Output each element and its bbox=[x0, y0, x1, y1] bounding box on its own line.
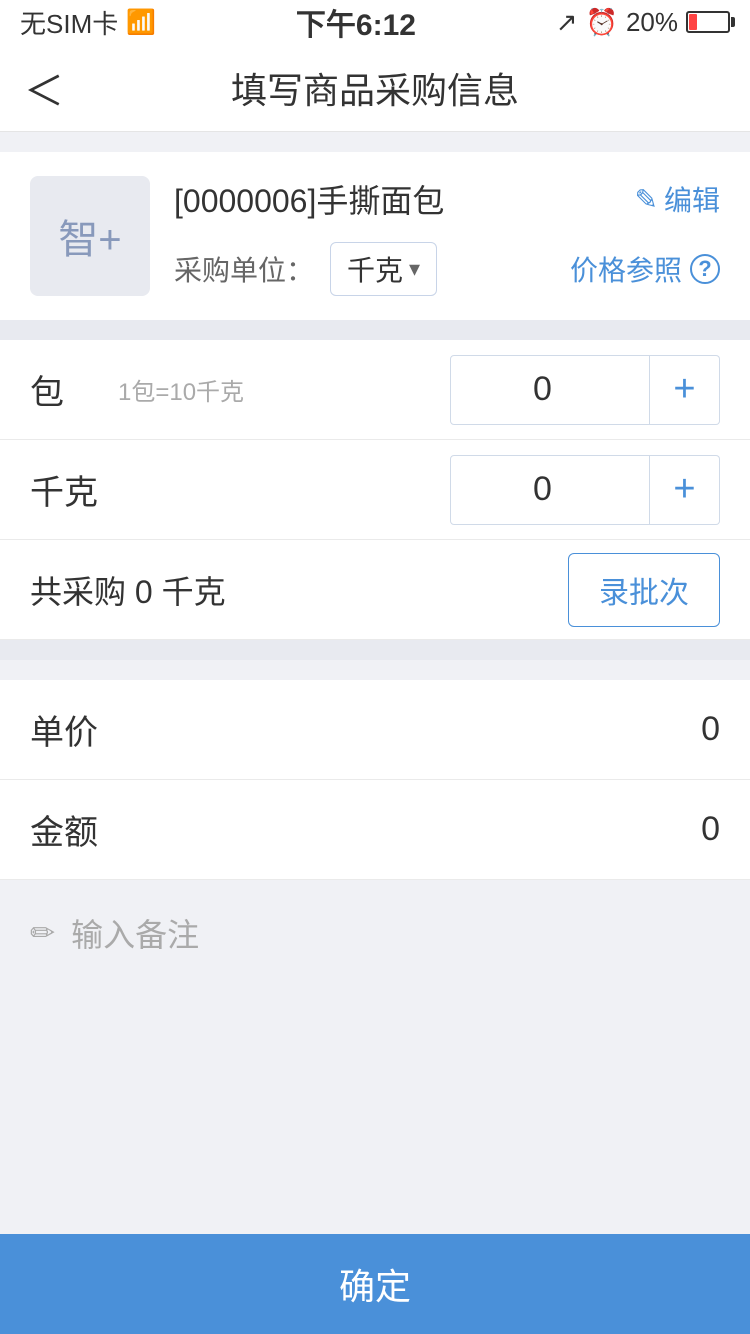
bag-hint: 1包=10千克 bbox=[118, 372, 450, 407]
kg-label: 千克 bbox=[30, 465, 110, 514]
remark-section: ✏ 输入备注 bbox=[0, 880, 750, 1080]
chevron-down-icon: ▾ bbox=[409, 256, 420, 282]
amount-value: 0 bbox=[701, 810, 720, 849]
kg-quantity-input[interactable] bbox=[450, 455, 650, 525]
product-name-row: [0000006]手撕面包 ✎ 编辑 bbox=[174, 176, 720, 222]
confirm-label: 确定 bbox=[339, 1258, 411, 1310]
battery-icon bbox=[686, 11, 730, 33]
unit-price-value: 0 bbox=[701, 710, 720, 749]
nav-bar: ＜ 填写商品采购信息 bbox=[0, 44, 750, 132]
product-name: [0000006]手撕面包 bbox=[174, 176, 444, 222]
product-thumbnail: 智+ bbox=[30, 176, 150, 296]
unit-value: 千克 bbox=[347, 249, 403, 289]
amount-label: 金额 bbox=[30, 805, 98, 854]
plus-icon: + bbox=[673, 368, 695, 411]
kg-input-row: 千克 + bbox=[0, 440, 750, 540]
unit-price-row: 单价 0 bbox=[0, 680, 750, 780]
amount-row: 金额 0 bbox=[0, 780, 750, 880]
battery-pct: 20% bbox=[626, 7, 678, 38]
product-card: 智+ [0000006]手撕面包 ✎ 编辑 采购单位： 千克 ▾ bbox=[0, 152, 750, 320]
status-right: ↗ ⏰ 20% bbox=[556, 7, 730, 38]
total-row: 共采购 0 千克 录批次 bbox=[0, 540, 750, 640]
product-info: [0000006]手撕面包 ✎ 编辑 采购单位： 千克 ▾ 价格参照 ? bbox=[174, 176, 720, 296]
unit-label: 采购单位： bbox=[174, 249, 314, 289]
wifi-icon: 📶 bbox=[126, 8, 156, 37]
remark-input-row[interactable]: ✏ 输入备注 bbox=[30, 910, 720, 956]
unit-price-label: 单价 bbox=[30, 705, 98, 754]
status-bar: 无SIM卡 📶 下午6:12 ↗ ⏰ 20% bbox=[0, 0, 750, 44]
back-button[interactable]: ＜ bbox=[0, 44, 88, 132]
section-divider-2 bbox=[0, 640, 750, 660]
back-icon: ＜ bbox=[24, 59, 64, 117]
input-section: 包 1包=10千克 + 千克 + bbox=[0, 340, 750, 540]
bag-plus-button[interactable]: + bbox=[650, 355, 720, 425]
section-divider-1 bbox=[0, 320, 750, 340]
page-title: 填写商品采购信息 bbox=[231, 62, 519, 114]
help-icon: ? bbox=[690, 254, 720, 284]
kg-input-control: + bbox=[450, 455, 720, 525]
confirm-button[interactable]: 确定 bbox=[0, 1234, 750, 1334]
info-section: 单价 0 金额 0 bbox=[0, 680, 750, 880]
carrier-label: 无SIM卡 bbox=[20, 4, 118, 41]
price-ref-label: 价格参照 bbox=[570, 249, 682, 289]
unit-row: 采购单位： 千克 ▾ 价格参照 ? bbox=[174, 242, 720, 296]
plus-icon-2: + bbox=[673, 468, 695, 511]
bag-quantity-input[interactable] bbox=[450, 355, 650, 425]
status-left: 无SIM卡 📶 bbox=[20, 4, 156, 41]
batch-button[interactable]: 录批次 bbox=[568, 553, 720, 627]
pencil-icon: ✏ bbox=[30, 916, 55, 951]
kg-plus-button[interactable]: + bbox=[650, 455, 720, 525]
price-reference-button[interactable]: 价格参照 ? bbox=[570, 249, 720, 289]
unit-selector[interactable]: 千克 ▾ bbox=[330, 242, 437, 296]
status-time: 下午6:12 bbox=[296, 0, 416, 44]
alarm-icon: ⏰ bbox=[586, 7, 618, 38]
location-icon: ↗ bbox=[556, 7, 578, 38]
product-logo: 智+ bbox=[58, 207, 121, 265]
unit-left: 采购单位： 千克 ▾ bbox=[174, 242, 437, 296]
bag-input-control: + bbox=[450, 355, 720, 425]
bag-label: 包 bbox=[30, 365, 110, 414]
total-label: 共采购 0 千克 bbox=[30, 567, 226, 613]
remark-placeholder: 输入备注 bbox=[71, 910, 199, 956]
edit-icon: ✎ bbox=[635, 183, 658, 216]
edit-button[interactable]: ✎ 编辑 bbox=[635, 179, 720, 219]
bag-input-row: 包 1包=10千克 + bbox=[0, 340, 750, 440]
edit-label: 编辑 bbox=[664, 179, 720, 219]
